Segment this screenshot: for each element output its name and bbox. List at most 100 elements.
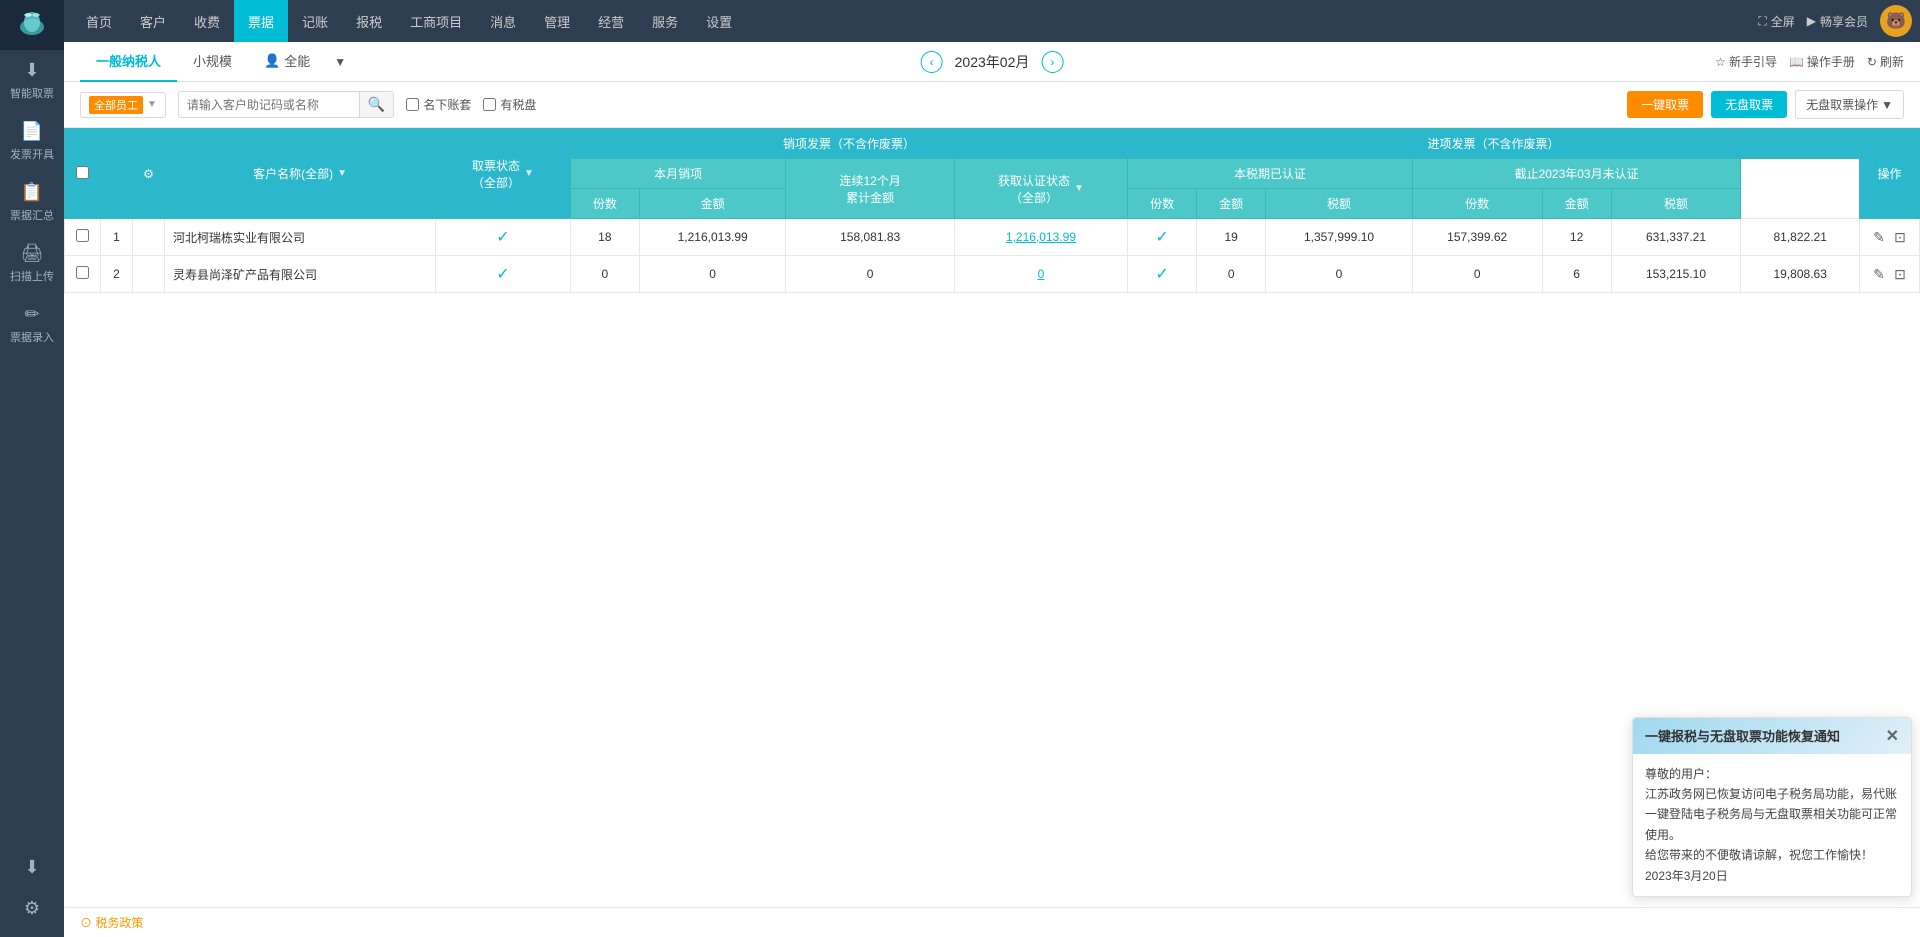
nav-billing[interactable]: 收费 bbox=[180, 0, 234, 42]
search-input[interactable] bbox=[179, 94, 359, 116]
tab-more-btn[interactable]: ▼ bbox=[326, 55, 354, 69]
tab-small-scale[interactable]: 小规模 bbox=[177, 42, 248, 82]
tab-general-taxpayer[interactable]: 一般纳税人 bbox=[80, 42, 177, 82]
has-taxdisk-checkbox[interactable] bbox=[483, 98, 496, 111]
th-sales-count: 份数 bbox=[570, 189, 639, 219]
row-cert-count: 19 bbox=[1197, 219, 1266, 256]
sidebar-item-invoice-summary[interactable]: 📋 票据汇总 bbox=[0, 172, 64, 233]
edit-icon[interactable]: ✎ bbox=[1873, 266, 1885, 282]
cert-status-sort-icon: ▼ bbox=[1074, 183, 1084, 194]
tab-all[interactable]: 👤 全能 bbox=[248, 42, 326, 82]
row-actions: ✎ ⊡ bbox=[1860, 219, 1920, 256]
nav-messages[interactable]: 消息 bbox=[476, 0, 530, 42]
member-btn[interactable]: ▶ 畅享会员 bbox=[1807, 13, 1868, 30]
select-all-checkbox[interactable] bbox=[76, 166, 89, 179]
nav-accounting[interactable]: 记账 bbox=[288, 0, 342, 42]
checkbox-has-taxdisk[interactable]: 有税盘 bbox=[483, 96, 536, 113]
th-settings-icon-col: ⚙ bbox=[133, 129, 165, 219]
document-icon: 📄 bbox=[21, 121, 43, 142]
row-uncert-count: 6 bbox=[1542, 256, 1611, 293]
table-row: 2 灵寿县尚泽矿产品有限公司 ✓ 0 0 0 0 ✓ 0 0 0 6 153,2… bbox=[65, 256, 1920, 293]
refresh-icon: ↻ bbox=[1867, 55, 1877, 69]
row-checkbox[interactable] bbox=[76, 266, 89, 279]
notification-body: 尊敬的用户：江苏政务网已恢复访问电子税务局功能，易代账一键登陆电子税务局与无盘取… bbox=[1633, 754, 1911, 896]
row-monthly-tax: 158,081.83 bbox=[786, 219, 954, 256]
view-icon[interactable]: ⊡ bbox=[1894, 266, 1906, 282]
refresh-btn[interactable]: ↻ 刷新 bbox=[1867, 53, 1904, 70]
settings-icon[interactable]: ⚙ bbox=[143, 167, 154, 181]
customer-sort-icon: ▼ bbox=[337, 168, 347, 179]
row-monthly-count: 0 bbox=[570, 256, 639, 293]
table-row: 1 河北柯瑞栋实业有限公司 ✓ 18 1,216,013.99 158,081.… bbox=[65, 219, 1920, 256]
notification-close-btn[interactable]: ✕ bbox=[1886, 726, 1899, 746]
row-checkbox[interactable] bbox=[76, 229, 89, 242]
play-icon: ▶ bbox=[1807, 14, 1816, 28]
row-fetch-status: ✓ bbox=[436, 219, 571, 256]
row-checkbox-cell bbox=[65, 256, 101, 293]
row-uncert-amount: 153,215.10 bbox=[1611, 256, 1741, 293]
th-uncertified: 截止2023年03月未认证 bbox=[1412, 159, 1741, 189]
fetch-status-sort-icon: ▼ bbox=[524, 168, 534, 179]
new-guide-btn[interactable]: ☆ 新手引导 bbox=[1715, 53, 1777, 70]
bottom-bar: ⊙ 税务政策 bbox=[64, 907, 1920, 937]
nav-services[interactable]: 服务 bbox=[638, 0, 692, 42]
th-cert-status[interactable]: 获取认证状态（全部） ▼ bbox=[954, 159, 1127, 219]
employee-badge: 全部员工 bbox=[89, 96, 143, 114]
nav-industrial[interactable]: 工商项目 bbox=[396, 0, 476, 42]
tab-bar-right: ☆ 新手引导 📖 操作手册 ↻ 刷新 bbox=[1715, 53, 1904, 70]
sidebar-item-data-entry[interactable]: ✏ 票据录入 bbox=[0, 294, 64, 355]
nav-management[interactable]: 管理 bbox=[530, 0, 584, 42]
fetch-status-check-icon: ✓ bbox=[496, 229, 509, 246]
nav-settings[interactable]: 设置 bbox=[692, 0, 746, 42]
date-next-btn[interactable]: › bbox=[1041, 51, 1063, 73]
sidebar-logo[interactable] bbox=[0, 0, 64, 50]
th-uncert-tax: 税额 bbox=[1611, 189, 1741, 219]
row-monthly-tax: 0 bbox=[786, 256, 954, 293]
manual-btn[interactable]: 📖 操作手册 bbox=[1789, 53, 1855, 70]
row-customer-name: 河北柯瑞栋实业有限公司 bbox=[165, 219, 436, 256]
nav-clients[interactable]: 客户 bbox=[126, 0, 180, 42]
cert-status-check-icon: ✓ bbox=[1155, 229, 1168, 246]
checkbox-own-accounts[interactable]: 名下账套 bbox=[406, 96, 471, 113]
cumulative-link[interactable]: 1,216,013.99 bbox=[1006, 230, 1076, 244]
nav-finance[interactable]: 经营 bbox=[584, 0, 638, 42]
scan-icon: 🖨 bbox=[21, 243, 44, 264]
row-cumulative: 1,216,013.99 bbox=[954, 219, 1127, 256]
row-cert-count: 0 bbox=[1197, 256, 1266, 293]
nav-tax[interactable]: 报税 bbox=[342, 0, 396, 42]
sidebar-item-smart-fetch[interactable]: ⬇ 智能取票 bbox=[0, 50, 64, 111]
th-fetch-status[interactable]: 取票状态（全部） ▼ bbox=[436, 129, 571, 219]
search-button[interactable]: 🔍 bbox=[359, 92, 393, 117]
sidebar-item-scan-upload[interactable]: 🖨 扫描上传 bbox=[0, 233, 64, 294]
edit-icon[interactable]: ✎ bbox=[1873, 229, 1885, 245]
sidebar-settings-btn[interactable]: ⚙ bbox=[0, 890, 64, 927]
no-disk-ops-btn[interactable]: 无盘取票操作 ▼ bbox=[1795, 90, 1904, 119]
row-monthly-amount: 0 bbox=[639, 256, 786, 293]
row-cert-status: ✓ bbox=[1128, 256, 1197, 293]
row-settings bbox=[133, 219, 165, 256]
avatar[interactable]: 🐻 bbox=[1880, 5, 1912, 37]
row-checkbox-cell bbox=[65, 219, 101, 256]
sidebar-download-btn[interactable]: ⬇ bbox=[0, 849, 64, 886]
nav-invoice[interactable]: 票据 bbox=[234, 0, 288, 42]
view-icon[interactable]: ⊡ bbox=[1894, 229, 1906, 245]
one-click-fetch-btn[interactable]: 一键取票 bbox=[1627, 91, 1703, 118]
nav-right: ⛶ 全屏 ▶ 畅享会员 🐻 bbox=[1758, 5, 1912, 37]
tax-policy-link[interactable]: ⊙ 税务政策 bbox=[80, 914, 143, 931]
no-disk-fetch-btn[interactable]: 无盘取票 bbox=[1711, 91, 1787, 118]
fullscreen-btn[interactable]: ⛶ 全屏 bbox=[1758, 13, 1794, 30]
own-accounts-checkbox[interactable] bbox=[406, 98, 419, 111]
th-cert-amount: 金额 bbox=[1197, 189, 1266, 219]
nav-items: 首页 客户 收费 票据 记账 报税 工商项目 消息 管理 经营 服务 设置 bbox=[72, 0, 1758, 42]
th-customer-name[interactable]: 客户名称(全部) ▼ bbox=[165, 129, 436, 219]
row-cumulative: 0 bbox=[954, 256, 1127, 293]
notification-popup: 一键报税与无盘取票功能恢复通知 ✕ 尊敬的用户：江苏政务网已恢复访问电子税务局功… bbox=[1632, 717, 1912, 897]
date-prev-btn[interactable]: ‹ bbox=[921, 51, 943, 73]
row-uncert-tax: 19,808.63 bbox=[1741, 256, 1860, 293]
cumulative-link[interactable]: 0 bbox=[1038, 267, 1045, 281]
sidebar-item-issue-invoice[interactable]: 📄 发票开具 bbox=[0, 111, 64, 172]
nav-home[interactable]: 首页 bbox=[72, 0, 126, 42]
filter-bar: 全部员工 ▼ 🔍 名下账套 有税盘 一键取票 无盘取票 无 bbox=[64, 82, 1920, 128]
employee-select[interactable]: 全部员工 ▼ bbox=[80, 92, 166, 118]
date-text: 2023年02月 bbox=[955, 52, 1030, 72]
